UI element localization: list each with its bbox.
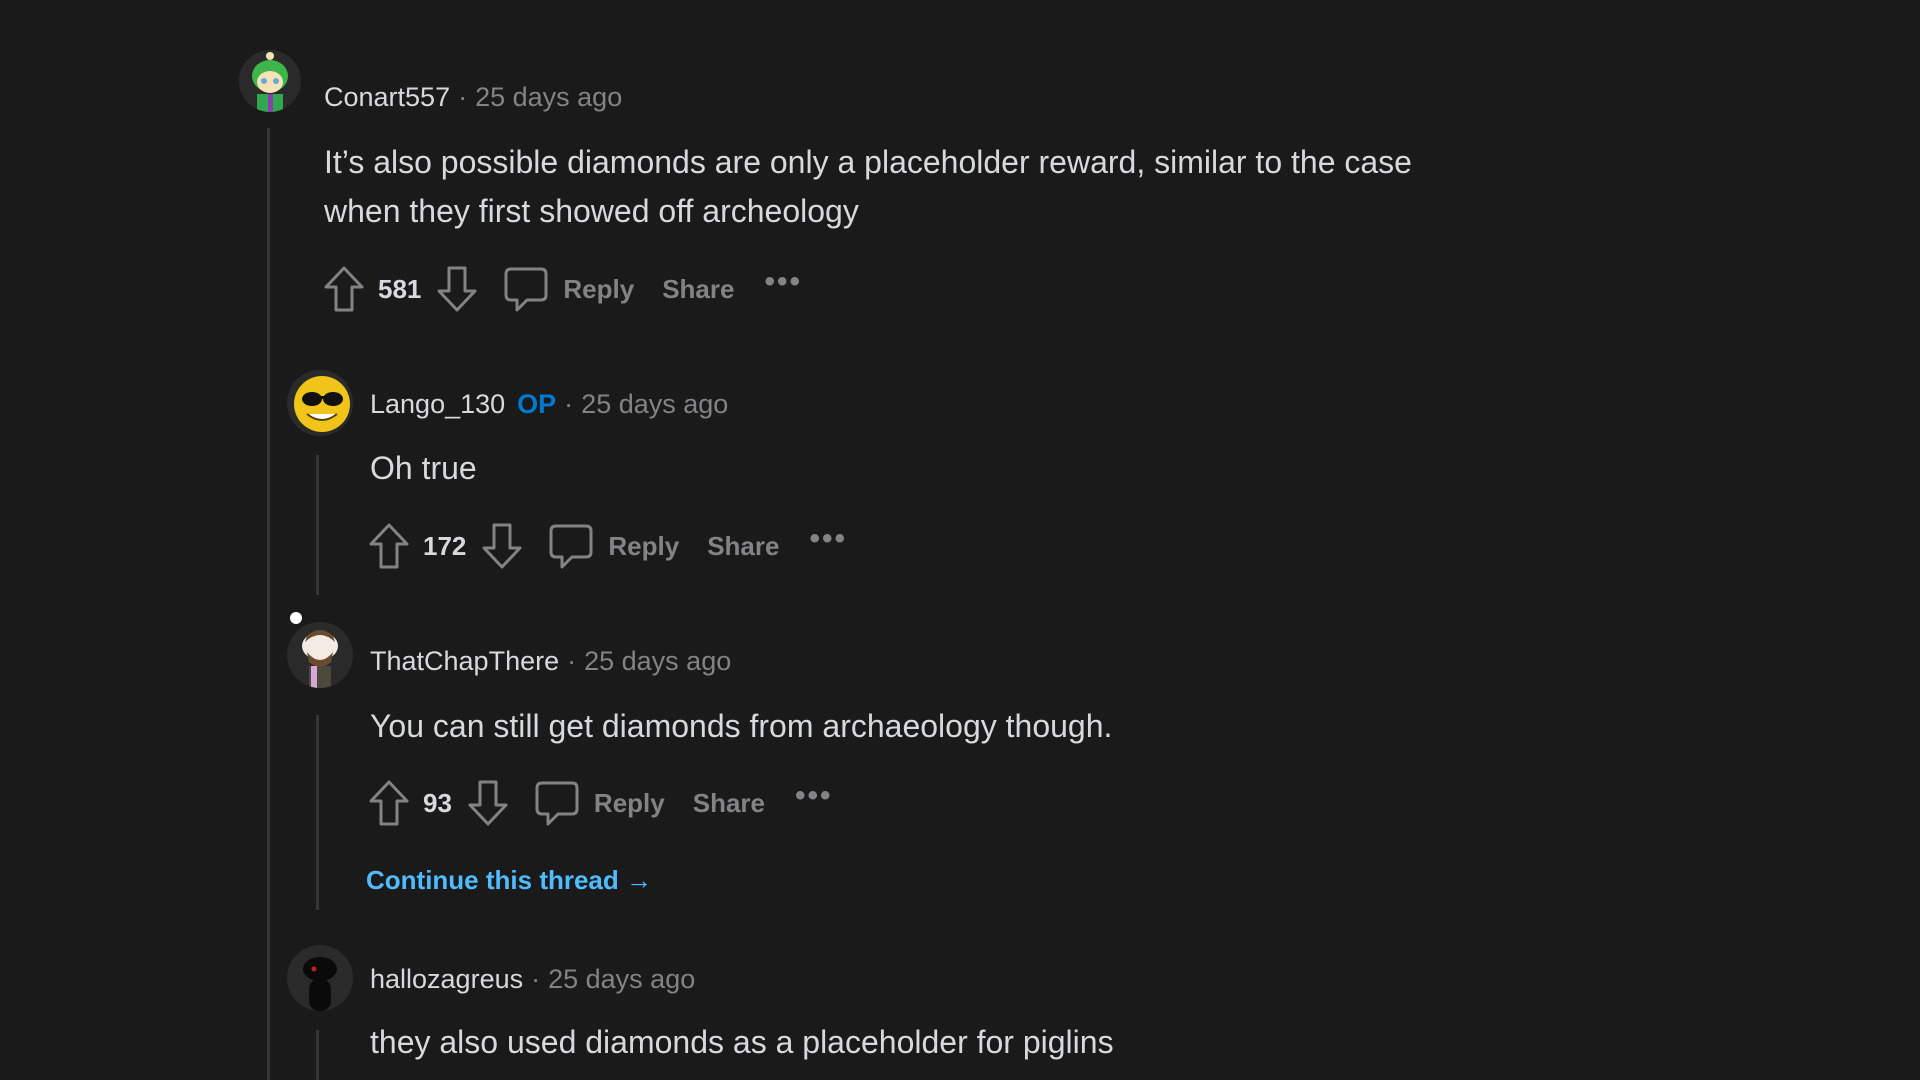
op-badge: OP — [517, 388, 557, 419]
more-options-button[interactable]: ••• — [764, 267, 802, 297]
comment-meta: Lango_130 OP · 25 days ago — [370, 384, 728, 424]
share-button[interactable]: Share — [693, 788, 765, 819]
share-button[interactable]: Share — [707, 531, 779, 562]
comment-actions: 581 Reply Share ••• — [322, 264, 802, 314]
comment-body: You can still get diamonds from archaeol… — [370, 702, 1112, 751]
downvote-icon[interactable] — [466, 779, 510, 827]
reply-button[interactable]: Reply — [608, 531, 679, 562]
avatar[interactable] — [287, 370, 353, 436]
separator: · — [564, 388, 574, 419]
timestamp[interactable]: 25 days ago — [548, 964, 695, 995]
thread-line-thatchapthere[interactable] — [316, 715, 319, 910]
comment-meta: ThatChapThere · 25 days ago — [370, 641, 731, 681]
thread-line-hallozagreus[interactable] — [316, 1030, 319, 1080]
timestamp[interactable]: 25 days ago — [584, 646, 731, 677]
comment-body-line: You can still get diamonds from archaeol… — [370, 708, 1113, 744]
comment-meta: Conart557 · 25 days ago — [324, 77, 622, 117]
comment-body: Oh true — [370, 444, 477, 493]
avatar-conart557-icon — [239, 50, 301, 112]
upvote-icon[interactable] — [322, 265, 366, 313]
thread-line-conart557[interactable] — [267, 128, 270, 1080]
separator: · — [567, 645, 577, 676]
more-options-button[interactable]: ••• — [809, 524, 847, 554]
separator: · — [458, 81, 468, 112]
comment-bubble-icon[interactable] — [548, 522, 594, 570]
username[interactable]: Conart557 — [324, 82, 450, 113]
username[interactable]: hallozagreus — [370, 964, 523, 995]
upvote-icon[interactable] — [367, 779, 411, 827]
reply-button[interactable]: Reply — [594, 788, 665, 819]
vote-count: 93 — [423, 787, 452, 818]
vote-count: 581 — [378, 273, 422, 304]
avatar-thatchapthere-icon — [287, 622, 353, 688]
share-button[interactable]: Share — [662, 274, 734, 305]
avatar-antenna-dot — [290, 612, 302, 624]
more-options-button[interactable]: ••• — [795, 781, 833, 811]
reply-button[interactable]: Reply — [563, 274, 634, 305]
comment-bubble-icon[interactable] — [534, 779, 580, 827]
comment-body-line: they also used diamonds as a placeholder… — [370, 1024, 1114, 1060]
avatar-hallozagreus-icon — [287, 945, 353, 1011]
upvote-icon[interactable] — [367, 522, 411, 570]
comment-actions: 172 Reply Share ••• — [367, 521, 847, 571]
avatar[interactable] — [239, 50, 301, 112]
downvote-icon[interactable] — [480, 522, 524, 570]
comment-body-line: Oh true — [370, 450, 477, 486]
comment-body: It’s also possible diamonds are only a p… — [324, 138, 1412, 236]
separator: · — [531, 963, 541, 994]
timestamp[interactable]: 25 days ago — [475, 82, 622, 113]
comment-body-line: when they first showed off archeology — [324, 193, 859, 229]
username[interactable]: Lango_130 — [370, 389, 505, 420]
avatar-lango130-icon — [287, 370, 353, 436]
avatar[interactable] — [287, 945, 353, 1011]
comment-bubble-icon[interactable] — [503, 265, 549, 313]
avatar[interactable] — [287, 622, 353, 688]
comment-meta: hallozagreus · 25 days ago — [370, 959, 695, 999]
thread-line-lango130[interactable] — [316, 455, 319, 595]
comment-body-line: It’s also possible diamonds are only a p… — [324, 144, 1412, 180]
username[interactable]: ThatChapThere — [370, 646, 559, 677]
downvote-icon[interactable] — [435, 265, 479, 313]
comment-actions: 93 Reply Share ••• — [367, 778, 833, 828]
vote-count: 172 — [423, 530, 467, 561]
comment-body: they also used diamonds as a placeholder… — [370, 1018, 1114, 1067]
continue-thread-link[interactable]: Continue this thread → — [366, 865, 652, 896]
timestamp[interactable]: 25 days ago — [581, 389, 728, 420]
